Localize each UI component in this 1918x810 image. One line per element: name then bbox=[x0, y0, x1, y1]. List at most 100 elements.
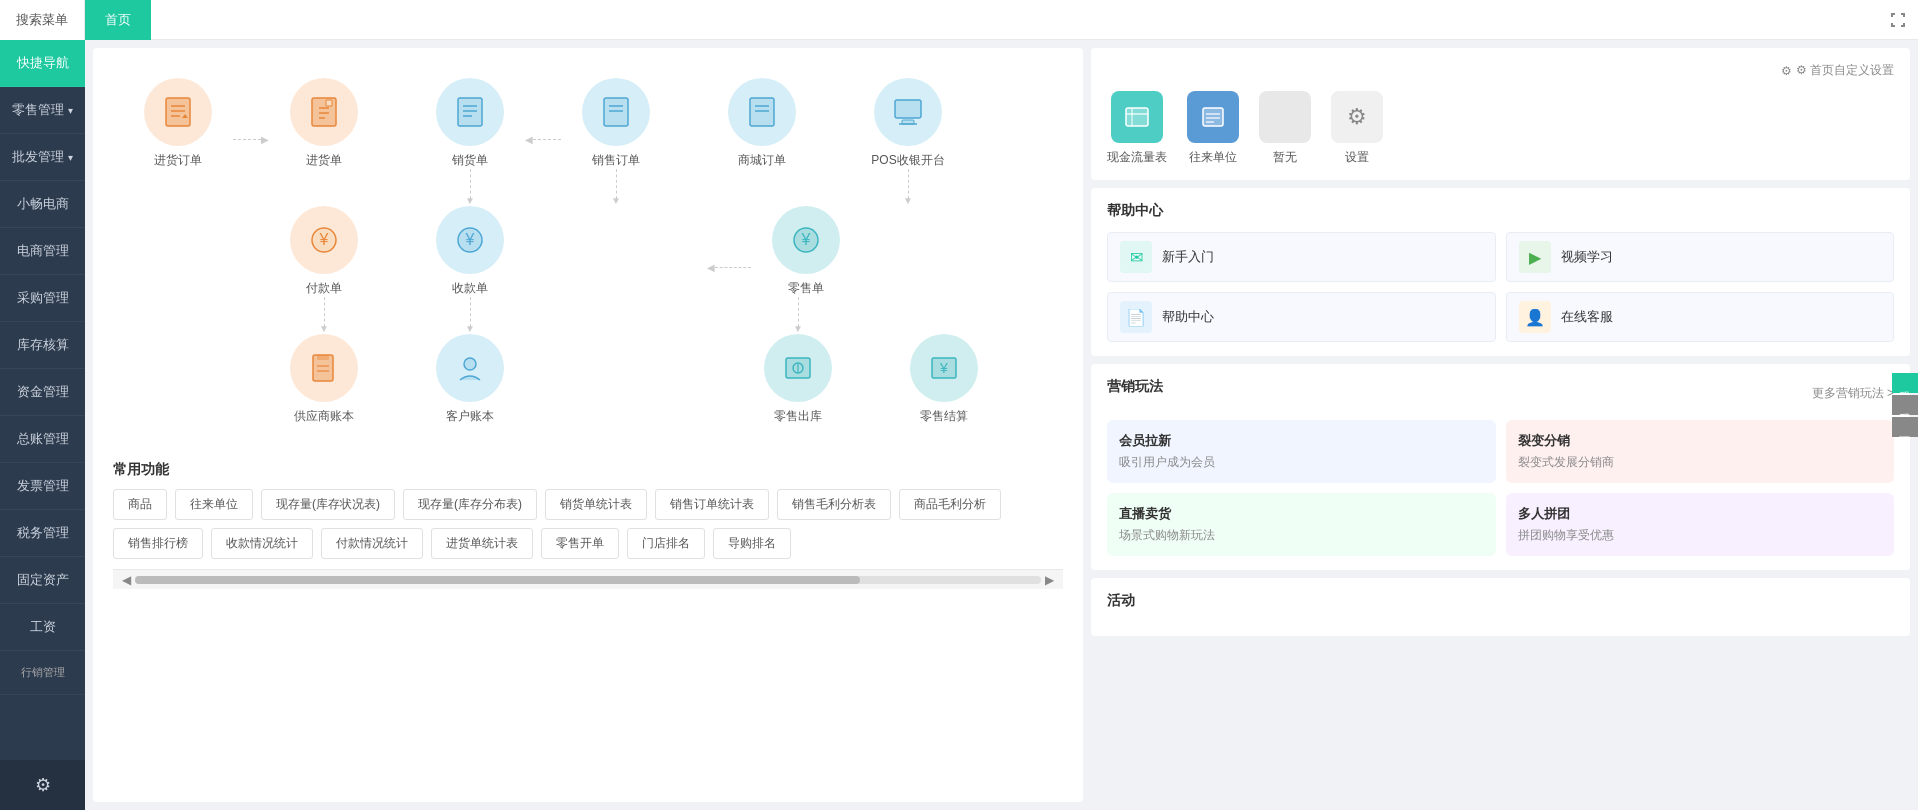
settings-icon-box: ⚙ bbox=[1331, 91, 1383, 143]
settings-nav-button[interactable]: ⚙ bbox=[0, 760, 85, 810]
func-btn-商品[interactable]: 商品 bbox=[113, 489, 167, 520]
func-btn-销货单统计表[interactable]: 销货单统计表 bbox=[545, 489, 647, 520]
func-btn-往来单位[interactable]: 往来单位 bbox=[175, 489, 253, 520]
flow-item-customer-account[interactable]: 客户账本 bbox=[415, 334, 525, 425]
search-menu[interactable]: 搜索菜单 bbox=[0, 0, 85, 40]
sidebar-item-ledger[interactable]: 总账管理 bbox=[0, 416, 85, 463]
flow-item-supplier-account[interactable]: 供应商账本 bbox=[269, 334, 379, 425]
sales-order-label: 销售订单 bbox=[592, 152, 640, 169]
common-functions-title: 常用功能 bbox=[113, 461, 1063, 479]
none-icon-box bbox=[1259, 91, 1311, 143]
scroll-bar[interactable]: ◀ ▶ bbox=[113, 569, 1063, 589]
func-btn-零售开单[interactable]: 零售开单 bbox=[541, 528, 619, 559]
sidebar-item-other[interactable]: 行销管理 bbox=[0, 651, 85, 695]
quick-nav-settings[interactable]: ⚙ 设置 bbox=[1331, 91, 1383, 166]
flow-item-mall-order[interactable]: 商城订单 bbox=[707, 78, 817, 169]
func-btn-现存量(库存分布表)[interactable]: 现存量(库存分布表) bbox=[403, 489, 537, 520]
flow-item-purchase-order[interactable]: 进货订单 bbox=[123, 78, 233, 169]
sidebar-item-fixed-assets[interactable]: 固定资产 bbox=[0, 557, 85, 604]
customer-service-btn[interactable]: 客服热线 bbox=[1892, 373, 1918, 393]
gear-icon: ⚙ bbox=[1781, 64, 1792, 78]
partner-icon-box bbox=[1187, 91, 1239, 143]
svg-rect-12 bbox=[750, 98, 774, 126]
scroll-right-arrow[interactable]: ▶ bbox=[1041, 573, 1058, 587]
settings-icon: ⚙ bbox=[1347, 104, 1367, 130]
mkt-member[interactable]: 会员拉新 吸引用户成为会员 bbox=[1107, 420, 1496, 483]
activity-section: 活动 bbox=[1091, 578, 1910, 636]
func-btn-付款情况统计[interactable]: 付款情况统计 bbox=[321, 528, 423, 559]
svg-rect-5 bbox=[458, 98, 482, 126]
help-center-item[interactable]: 📄 帮助中心 bbox=[1107, 292, 1496, 342]
member-desc: 吸引用户成为会员 bbox=[1119, 454, 1484, 471]
sidebar-item-purchase[interactable]: 采购管理 bbox=[0, 275, 85, 322]
help-label: 帮助中心 bbox=[1162, 308, 1214, 326]
marketing-more-link[interactable]: 更多营销玩法 > bbox=[1812, 385, 1894, 402]
scroll-left-arrow[interactable]: ◀ bbox=[118, 573, 135, 587]
quick-nav-partner[interactable]: 往来单位 bbox=[1187, 91, 1239, 166]
sidebar-item-quick-nav[interactable]: 快捷导航 bbox=[0, 40, 85, 87]
flow-item-pos[interactable]: POS收银开台 bbox=[853, 78, 963, 169]
scroll-thumb[interactable] bbox=[135, 576, 860, 584]
sidebar-item-xiaochangec[interactable]: 小畅电商 bbox=[0, 181, 85, 228]
flow-item-receipt[interactable]: ¥ 收款单 bbox=[415, 206, 525, 297]
svg-rect-37 bbox=[1203, 108, 1223, 126]
scroll-track[interactable] bbox=[135, 576, 1041, 584]
flow-item-retail[interactable]: ¥ 零售单 bbox=[751, 206, 861, 297]
fission-desc: 裂变式发展分销商 bbox=[1518, 454, 1883, 471]
activity-title: 活动 bbox=[1107, 592, 1894, 610]
mkt-group[interactable]: 多人拼团 拼团购物享受优惠 bbox=[1506, 493, 1895, 556]
func-btn-门店排名[interactable]: 门店排名 bbox=[627, 528, 705, 559]
func-btn-导购排名[interactable]: 导购排名 bbox=[713, 528, 791, 559]
flow-item-sales-bill[interactable]: 销货单 bbox=[415, 78, 525, 169]
cash-flow-label: 现金流量表 bbox=[1107, 149, 1167, 166]
retail-out-label: 零售出库 bbox=[774, 408, 822, 425]
sidebar-item-wholesale[interactable]: 批发管理 ▾ bbox=[0, 134, 85, 181]
desktop-btn[interactable]: 桌面快捷 bbox=[1892, 417, 1918, 437]
sidebar-item-invoice[interactable]: 发票管理 bbox=[0, 463, 85, 510]
sidebar-item-ecom[interactable]: 电商管理 bbox=[0, 228, 85, 275]
svg-text:¥: ¥ bbox=[465, 231, 475, 248]
customize-link[interactable]: ⚙ ⚙ 首页自定义设置 bbox=[1107, 62, 1894, 79]
func-btn-销售订单统计表[interactable]: 销售订单统计表 bbox=[655, 489, 769, 520]
flow-diagram: 进货订单 ▶ bbox=[113, 68, 1063, 445]
func-btn-销售毛利分析表[interactable]: 销售毛利分析表 bbox=[777, 489, 891, 520]
sidebar-item-retail[interactable]: 零售管理 ▾ bbox=[0, 87, 85, 134]
quick-nav-cash-flow[interactable]: 现金流量表 bbox=[1107, 91, 1167, 166]
quick-nav-none[interactable]: 暂无 bbox=[1259, 91, 1311, 166]
mall-order-label: 商城订单 bbox=[738, 152, 786, 169]
svg-rect-15 bbox=[895, 100, 921, 118]
func-btn-商品毛利分析[interactable]: 商品毛利分析 bbox=[899, 489, 1001, 520]
search-menu-label: 搜索菜单 bbox=[16, 11, 68, 29]
func-btn-收款情况统计[interactable]: 收款情况统计 bbox=[211, 528, 313, 559]
help-beginner[interactable]: ✉ 新手入门 bbox=[1107, 232, 1496, 282]
func-btn-进货单统计表[interactable]: 进货单统计表 bbox=[431, 528, 533, 559]
svg-rect-9 bbox=[604, 98, 628, 126]
flow-item-retail-settle[interactable]: ¥ 零售结算 bbox=[889, 334, 999, 425]
sidebar-item-inventory[interactable]: 库存核算 bbox=[0, 322, 85, 369]
receipt-label: 收款单 bbox=[452, 280, 488, 297]
flow-item-payment[interactable]: ¥ 付款单 bbox=[269, 206, 379, 297]
purchase-bill-label: 进货单 bbox=[306, 152, 342, 169]
flow-item-sales-order[interactable]: 销售订单 bbox=[561, 78, 671, 169]
sidebar-item-payroll[interactable]: 工资 bbox=[0, 604, 85, 651]
func-btn-销售排行榜[interactable]: 销售排行榜 bbox=[113, 528, 203, 559]
flow-item-retail-out[interactable]: 零售出库 bbox=[743, 334, 853, 425]
sidebar-item-tax[interactable]: 税务管理 bbox=[0, 510, 85, 557]
tab-home[interactable]: 首页 bbox=[85, 0, 151, 40]
svg-text:¥: ¥ bbox=[939, 360, 948, 376]
community-btn[interactable]: 服务社区 bbox=[1892, 395, 1918, 415]
wholesale-arrow-icon: ▾ bbox=[68, 152, 73, 163]
fullscreen-button[interactable] bbox=[1888, 10, 1908, 30]
none-label: 暂无 bbox=[1273, 149, 1297, 166]
help-section: 帮助中心 ✉ 新手入门 ▶ 视频学习 📄 帮助中心 👤 bbox=[1091, 188, 1910, 356]
flow-item-purchase-bill[interactable]: 进货单 bbox=[269, 78, 379, 169]
mkt-fission[interactable]: 裂变分销 裂变式发展分销商 bbox=[1506, 420, 1895, 483]
mkt-live[interactable]: 直播卖货 场景式购物新玩法 bbox=[1107, 493, 1496, 556]
live-title: 直播卖货 bbox=[1119, 505, 1484, 523]
help-video[interactable]: ▶ 视频学习 bbox=[1506, 232, 1895, 282]
sidebar-item-finance[interactable]: 资金管理 bbox=[0, 369, 85, 416]
func-btn-现存量(库存状况表)[interactable]: 现存量(库存状况表) bbox=[261, 489, 395, 520]
group-title: 多人拼团 bbox=[1518, 505, 1883, 523]
online-service[interactable]: 👤 在线客服 bbox=[1506, 292, 1895, 342]
svg-point-28 bbox=[464, 358, 476, 370]
